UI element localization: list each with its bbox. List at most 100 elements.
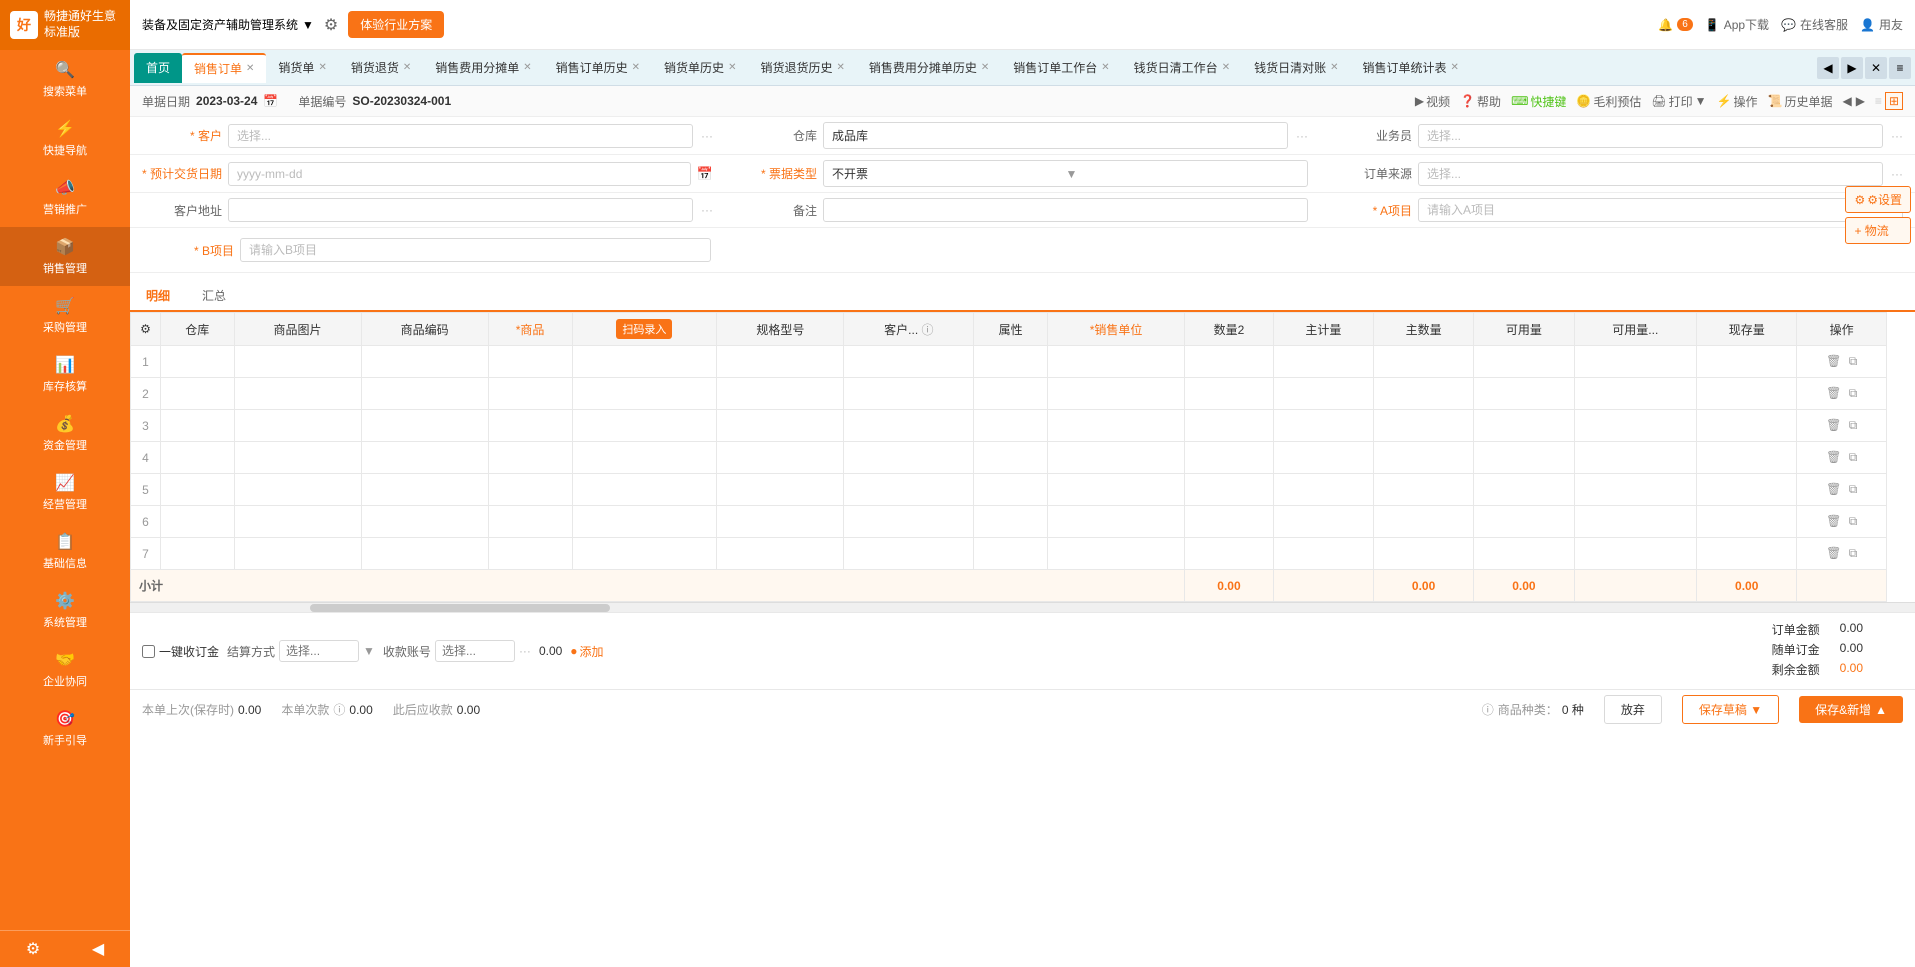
tab-close-reconcile[interactable]: ✕: [1330, 62, 1338, 73]
row-delete-icon[interactable]: 🗑: [1826, 546, 1841, 560]
cell-qty2[interactable]: [1185, 538, 1273, 570]
cell-unit[interactable]: [1047, 410, 1184, 442]
tab-next-btn[interactable]: ▶: [1841, 57, 1863, 79]
cell-main-qty[interactable]: [1373, 378, 1473, 410]
list-view-icon[interactable]: ≡: [1875, 94, 1882, 108]
cell-main-qty[interactable]: [1373, 442, 1473, 474]
cell-main-qty[interactable]: [1373, 410, 1473, 442]
cell-product[interactable]: [488, 474, 572, 506]
sidebar-item-快捷导航[interactable]: ⚡快捷导航: [0, 109, 130, 168]
address-input[interactable]: [228, 198, 693, 222]
row-copy-icon[interactable]: ⧉: [1849, 354, 1858, 368]
cell-spec[interactable]: [717, 538, 844, 570]
one-click-checkout-label[interactable]: 一键收订金: [142, 643, 219, 660]
history-btn[interactable]: 📜 历史单据: [1767, 93, 1832, 110]
sidebar-item-销售管理[interactable]: 📦销售管理: [0, 227, 130, 286]
sidebar-item-经营管理[interactable]: 📈经营管理: [0, 463, 130, 522]
sidebar-item-资金管理[interactable]: 💰资金管理: [0, 404, 130, 463]
tab-daily-clear[interactable]: 钱货日清工作台 ✕: [1122, 53, 1242, 83]
tab-close-sales-order[interactable]: ✕: [246, 63, 254, 74]
sidebar-settings-icon[interactable]: ⚙: [26, 939, 40, 959]
remark-input[interactable]: [823, 198, 1308, 222]
row-delete-icon[interactable]: 🗑: [1826, 450, 1841, 464]
industry-btn[interactable]: 体验行业方案: [348, 11, 444, 38]
sidebar-item-库存核算[interactable]: 📊库存核算: [0, 345, 130, 404]
warehouse-select[interactable]: 成品库: [823, 122, 1288, 149]
view-btn[interactable]: ▶ 视频: [1415, 93, 1450, 110]
row-copy-icon[interactable]: ⧉: [1849, 514, 1858, 528]
settlement-arrow[interactable]: ▼: [363, 644, 375, 658]
cell-customer-code[interactable]: [844, 346, 974, 378]
cell-product[interactable]: [488, 442, 572, 474]
cell-spec[interactable]: [717, 442, 844, 474]
cell-attr[interactable]: [974, 410, 1048, 442]
help-btn[interactable]: ❓ 帮助: [1460, 93, 1501, 110]
cell-product[interactable]: [488, 538, 572, 570]
cell-warehouse[interactable]: [161, 474, 235, 506]
b-project-input[interactable]: [240, 238, 711, 262]
cell-warehouse[interactable]: [161, 410, 235, 442]
tab-sales-bill-hist[interactable]: 销货单历史 ✕: [652, 53, 748, 83]
cell-spec[interactable]: [717, 410, 844, 442]
cell-spec[interactable]: [717, 346, 844, 378]
staff-dots[interactable]: ···: [1891, 129, 1903, 143]
cell-qty2[interactable]: [1185, 346, 1273, 378]
scan-button[interactable]: 扫码录入: [616, 319, 672, 339]
tab-close-workbench[interactable]: ✕: [1101, 62, 1109, 73]
discard-btn[interactable]: 放弃: [1604, 695, 1662, 724]
notification-btn[interactable]: 🔔 6: [1658, 18, 1693, 32]
tab-return-hist[interactable]: 销货退货历史 ✕: [748, 53, 856, 83]
tab-close-fee-hist[interactable]: ✕: [981, 62, 989, 73]
prev-record-icon[interactable]: ◀: [1842, 94, 1851, 108]
cell-attr[interactable]: [974, 442, 1048, 474]
profit-btn[interactable]: 🪙 毛利预估: [1576, 93, 1641, 110]
cell-attr[interactable]: [974, 538, 1048, 570]
cell-main-qty[interactable]: [1373, 346, 1473, 378]
tab-sales-order-hist[interactable]: 销售订单历史 ✕: [544, 53, 652, 83]
settlement-input[interactable]: [279, 640, 359, 662]
row-delete-icon[interactable]: 🗑: [1826, 418, 1841, 432]
cell-product[interactable]: [488, 378, 572, 410]
cell-code[interactable]: [361, 442, 488, 474]
row-copy-icon[interactable]: ⧉: [1849, 546, 1858, 560]
settings-btn[interactable]: ⚙ ⚙设置: [1845, 186, 1911, 213]
operate-btn[interactable]: ⚡ 操作: [1717, 93, 1758, 110]
row-delete-icon[interactable]: 🗑: [1826, 386, 1841, 400]
tab-sales-return[interactable]: 销货退货 ✕: [339, 53, 423, 83]
warehouse-dots[interactable]: ···: [1296, 129, 1308, 143]
cell-warehouse[interactable]: [161, 346, 235, 378]
tab-menu-btn[interactable]: ≡: [1889, 57, 1911, 79]
delivery-calendar-icon[interactable]: 📅: [697, 166, 713, 182]
tab-home[interactable]: 首页: [134, 53, 182, 83]
tab-sales-order[interactable]: 销售订单 ✕: [182, 53, 266, 83]
cell-customer-code[interactable]: [844, 378, 974, 410]
user-btn[interactable]: 👤 用友: [1860, 16, 1903, 33]
delivery-input[interactable]: [228, 162, 691, 186]
staff-input[interactable]: [1418, 124, 1883, 148]
tab-reconcile[interactable]: 钱货日清对账 ✕: [1242, 53, 1350, 83]
order-source-dots[interactable]: ···: [1891, 167, 1903, 181]
cell-product[interactable]: [488, 346, 572, 378]
a-project-input[interactable]: [1418, 198, 1903, 222]
tab-close-all-btn[interactable]: ✕: [1865, 57, 1887, 79]
cell-code[interactable]: [361, 346, 488, 378]
cell-attr[interactable]: [974, 346, 1048, 378]
order-source-input[interactable]: [1418, 162, 1883, 186]
address-dots[interactable]: ···: [701, 203, 713, 217]
scrollbar-thumb[interactable]: [310, 604, 610, 612]
cell-code[interactable]: [361, 538, 488, 570]
cell-spec[interactable]: [717, 378, 844, 410]
tab-summary[interactable]: 汇总: [186, 281, 242, 310]
cell-customer-code[interactable]: [844, 538, 974, 570]
topbar-title[interactable]: 装备及固定资产辅助管理系统 ▼: [142, 16, 314, 33]
cell-attr[interactable]: [974, 474, 1048, 506]
account-dots[interactable]: ···: [519, 644, 531, 658]
tab-sales-fee[interactable]: 销售费用分摊单 ✕: [423, 53, 543, 83]
cell-attr[interactable]: [974, 378, 1048, 410]
tab-close-sales-return[interactable]: ✕: [403, 62, 411, 73]
cell-unit[interactable]: [1047, 506, 1184, 538]
tab-close-return-hist[interactable]: ✕: [836, 62, 844, 73]
row-copy-icon[interactable]: ⧉: [1849, 482, 1858, 496]
logistics-btn[interactable]: + 物流: [1845, 217, 1911, 244]
sidebar-item-搜索菜单[interactable]: 🔍搜索菜单: [0, 50, 130, 109]
